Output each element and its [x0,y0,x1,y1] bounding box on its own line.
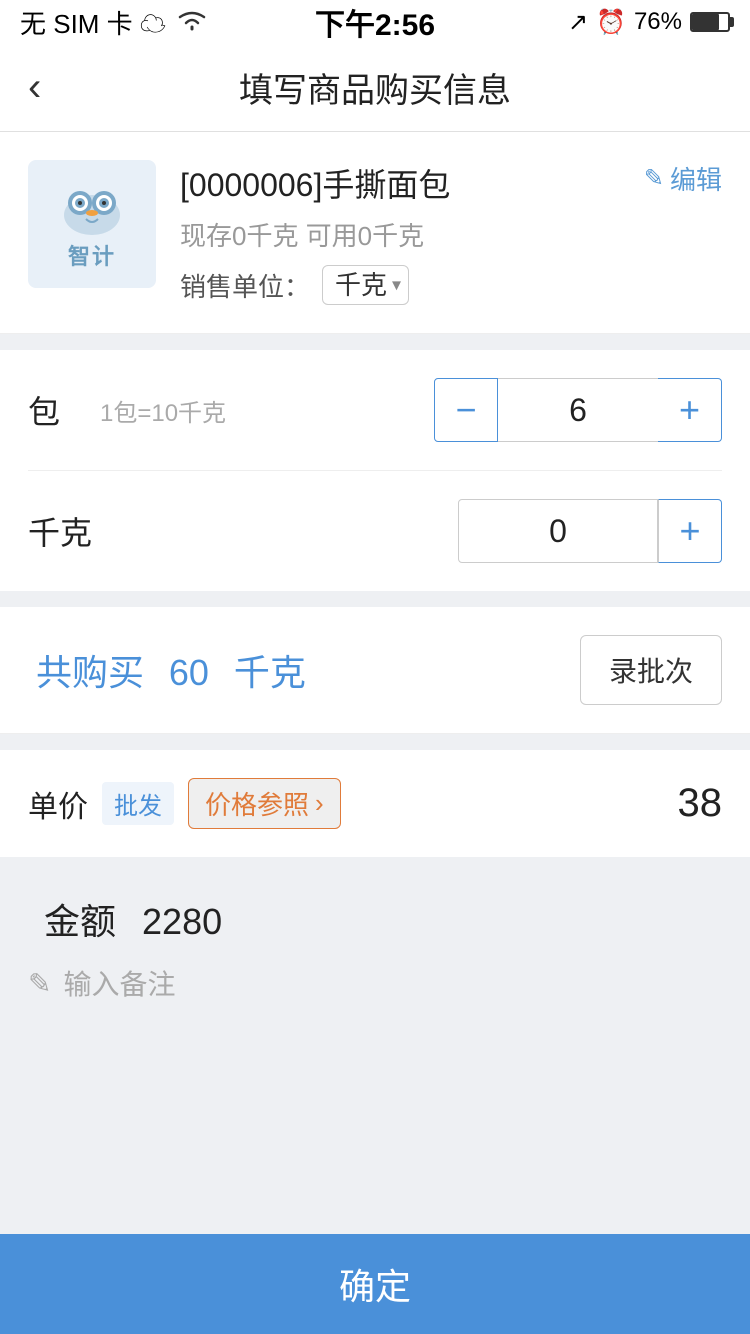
separator-1 [0,334,750,350]
price-value: 38 [678,781,723,826]
unit-label: 销售单位： [180,267,310,304]
kg-input[interactable] [458,499,658,563]
location-icon: ↗ [568,8,588,37]
package-input[interactable] [498,378,658,442]
note-row[interactable]: ✎ 输入备注 [28,963,722,1003]
confirm-button[interactable]: 确定 [0,1234,750,1334]
unit-select[interactable]: 千克 [322,265,409,305]
price-tag-badge: 批发 [102,782,174,825]
page-title: 填写商品购买信息 [239,63,511,112]
amount-section: 金额 2280 ✎ 输入备注 [0,865,750,1129]
unit-select-wrapper[interactable]: 千克 [322,265,409,305]
owl-icon [56,177,128,237]
alarm-icon: ⏰ [596,8,626,37]
price-ref-button[interactable]: 价格参照 › [188,778,341,829]
product-stock: 现存0千克 可用0千克 [180,216,722,253]
package-plus-button[interactable]: + [658,378,722,442]
package-row: 包 1包=10千克 − + [28,350,722,471]
package-controls: − + [434,378,722,442]
product-name: [0000006]手撕面包 [180,160,450,206]
package-minus-button[interactable]: − [434,378,498,442]
product-info: [0000006]手撕面包 ✎ 编辑 现存0千克 可用0千克 销售单位： 千克 [180,160,722,305]
amount-value: 2280 [142,901,222,942]
confirm-label: 确定 [339,1258,411,1310]
edit-label: 编辑 [670,160,722,197]
separator-2 [0,591,750,607]
product-image: 智计 [28,160,156,288]
price-section: 单价 批发 价格参照 › 38 [0,750,750,865]
amount-row: 金额 2280 [28,893,722,945]
total-text: 共购买 60 千克 [28,644,314,696]
package-section: 包 1包=10千克 − + 千克 + [0,350,750,591]
product-card: 智计 [0000006]手撕面包 ✎ 编辑 现存0千克 可用0千克 销售单位： … [0,132,750,334]
kg-row: 千克 + [28,471,722,591]
kg-controls: + [458,499,722,563]
battery-text: 76% [634,8,682,36]
wifi-icon [174,9,210,35]
amount-label: 金额 [44,901,116,942]
edit-icon: ✎ [644,164,664,193]
nav-bar: ‹ 填写商品购买信息 [0,44,750,132]
total-amount: 60 [169,652,209,693]
status-bar: 无 SIM 卡 ☁ 下午2:56 ↗ ⏰ 76% [0,0,750,44]
status-time: 下午2:56 [315,0,435,44]
note-placeholder: 输入备注 [63,963,175,1003]
total-unit: 千克 [234,652,306,693]
back-button[interactable]: ‹ [28,65,41,110]
battery-icon [690,12,730,32]
edit-button[interactable]: ✎ 编辑 [644,160,722,197]
pencil-icon: ✎ [28,967,51,1000]
price-ref-arrow: › [315,788,324,819]
total-row: 共购买 60 千克 录批次 [0,607,750,734]
batch-button[interactable]: 录批次 [580,635,722,705]
status-left: 无 SIM 卡 ☁ [20,4,210,41]
price-label: 单价 [28,782,88,826]
product-logo: 智计 [56,177,128,271]
product-unit-row: 销售单位： 千克 [180,265,722,305]
sim-status: 无 SIM 卡 ☁ [20,4,166,41]
status-right: ↗ ⏰ 76% [568,8,730,37]
kg-plus-button[interactable]: + [658,499,722,563]
separator-3 [0,734,750,750]
empty-space [0,1129,750,1235]
kg-label: 千克 [28,508,458,554]
package-hint: 1包=10千克 [100,393,434,428]
total-prefix: 共购买 [36,652,144,693]
price-ref-label: 价格参照 [205,785,309,822]
package-label: 包 [28,387,88,433]
